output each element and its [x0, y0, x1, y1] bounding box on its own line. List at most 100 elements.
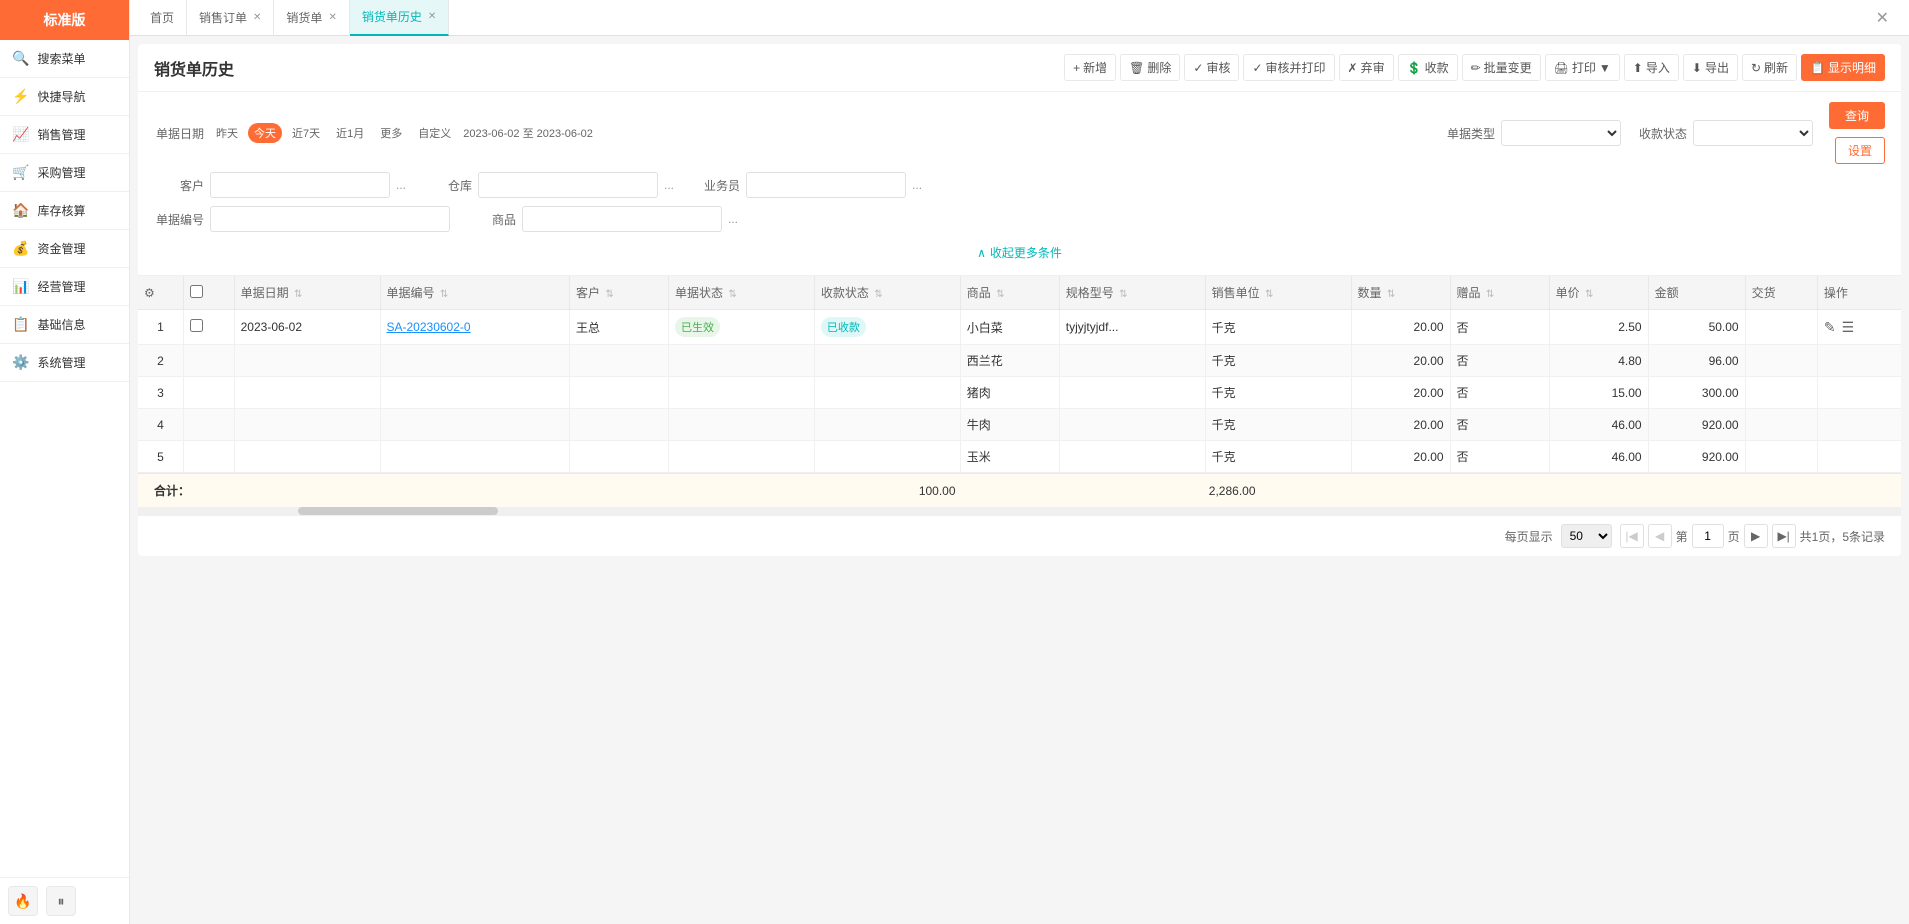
th-quantity[interactable]: 数量 ⇅ — [1351, 276, 1450, 310]
sidebar-item-sales-mgmt[interactable]: 📈 销售管理 — [0, 116, 129, 154]
cell-sales-unit: 千克 — [1205, 377, 1351, 409]
last-page-btn[interactable]: ▶| — [1772, 524, 1796, 548]
tab-sales-delivery-history[interactable]: 销货单历史 ✕ — [350, 0, 449, 36]
warehouse-ellipsis[interactable]: ... — [664, 178, 674, 192]
date-pill-custom[interactable]: 自定义 — [412, 123, 457, 143]
cell-doc-no[interactable]: SA-20230602-0 — [380, 310, 569, 345]
date-pill-yesterday[interactable]: 昨天 — [210, 123, 244, 143]
cell-doc-no[interactable] — [380, 409, 569, 441]
agent-input[interactable] — [746, 172, 906, 198]
doc-no-link[interactable]: SA-20230602-0 — [387, 320, 471, 334]
edit-icon[interactable]: ✎ — [1824, 319, 1836, 336]
tab-sales-delivery-history-close[interactable]: ✕ — [428, 11, 436, 22]
cell-checkbox[interactable] — [183, 310, 234, 345]
select-all-checkbox[interactable] — [190, 285, 203, 298]
setting-button[interactable]: 设置 — [1835, 137, 1885, 164]
goods-input[interactable] — [522, 206, 722, 232]
sidebar-item-purchase-mgmt[interactable]: 🛒 采购管理 — [0, 154, 129, 192]
horizontal-scrollbar[interactable] — [138, 507, 1901, 515]
action-icons: ✎☰ — [1824, 319, 1895, 336]
date-pill-today[interactable]: 今天 — [248, 123, 282, 143]
abandon-button[interactable]: ✗ 弃审 — [1339, 54, 1394, 81]
table-row: 5玉米千克20.00否46.00920.00 — [138, 441, 1901, 473]
sidebar-item-sys-mgmt[interactable]: ⚙️ 系统管理 — [0, 344, 129, 382]
th-settings[interactable]: ⚙ — [138, 276, 183, 310]
delete-button[interactable]: 🗑 删除 — [1120, 54, 1180, 81]
cell-checkbox[interactable] — [183, 345, 234, 377]
table-footer: 合计： 100.00 2,286.00 — [138, 473, 1901, 507]
collapse-button[interactable]: ∧ 收起更多条件 — [154, 240, 1885, 265]
cell-doc-no[interactable] — [380, 377, 569, 409]
page-input[interactable] — [1692, 524, 1724, 548]
sidebar-item-finance-mgmt[interactable]: 💰 资金管理 — [0, 230, 129, 268]
cell-unit-price: 46.00 — [1549, 441, 1648, 473]
cell-doc-no[interactable] — [380, 441, 569, 473]
first-page-btn[interactable]: |◀ — [1620, 524, 1644, 548]
customer-input[interactable] — [210, 172, 390, 198]
scrollbar-thumb[interactable] — [298, 507, 498, 515]
doc-type-select[interactable] — [1501, 120, 1621, 146]
th-gift[interactable]: 赠品 ⇅ — [1450, 276, 1549, 310]
date-pill-1month[interactable]: 近1月 — [330, 123, 370, 143]
sidebar-item-basic-info[interactable]: 📋 基础信息 — [0, 306, 129, 344]
doc-status-sort-icon: ⇅ — [728, 289, 736, 300]
cell-checkbox[interactable] — [183, 377, 234, 409]
th-customer[interactable]: 客户 ⇅ — [569, 276, 668, 310]
sidebar-item-quick-nav[interactable]: ⚡ 快捷导航 — [0, 78, 129, 116]
audit-button[interactable]: ✓ 审核 — [1184, 54, 1239, 81]
doc-no-input[interactable] — [210, 206, 450, 232]
tab-home[interactable]: 首页 — [138, 0, 187, 36]
export-button[interactable]: ⬇ 导出 — [1683, 54, 1738, 81]
th-doc-date[interactable]: 单据日期 ⇅ — [234, 276, 380, 310]
spec-type-sort-icon: ⇅ — [1119, 289, 1127, 300]
date-pill-7days[interactable]: 近7天 — [286, 123, 326, 143]
th-collect-status[interactable]: 收款状态 ⇅ — [814, 276, 960, 310]
sidebar-pause-btn[interactable]: ⏸ — [46, 886, 76, 916]
cell-checkbox[interactable] — [183, 441, 234, 473]
import-button[interactable]: ⬆ 导入 — [1624, 54, 1679, 81]
agent-ellipsis[interactable]: ... — [912, 178, 922, 192]
refresh-button[interactable]: ↻ 刷新 — [1742, 54, 1797, 81]
audit-print-button[interactable]: ✓ 审核并打印 — [1243, 54, 1334, 81]
th-unit-price[interactable]: 单价 ⇅ — [1549, 276, 1648, 310]
row-checkbox[interactable] — [190, 319, 203, 332]
th-sales-unit[interactable]: 销售单位 ⇅ — [1205, 276, 1351, 310]
next-page-btn[interactable]: ▶ — [1744, 524, 1768, 548]
tab-sales-delivery[interactable]: 销货单 ✕ — [274, 0, 349, 36]
detail-icon[interactable]: ☰ — [1842, 319, 1855, 336]
prev-page-btn[interactable]: ◀ — [1648, 524, 1672, 548]
tab-sales-order[interactable]: 销售订单 ✕ — [187, 0, 274, 36]
th-doc-no[interactable]: 单据编号 ⇅ — [380, 276, 569, 310]
sidebar-item-ops-mgmt[interactable]: 📊 经营管理 — [0, 268, 129, 306]
date-pill-more[interactable]: 更多 — [374, 123, 408, 143]
cell-spec-type — [1059, 377, 1205, 409]
collect-button[interactable]: 💲 收款 — [1398, 54, 1458, 81]
cell-collect-status: 已收款 — [814, 310, 960, 345]
print-button[interactable]: 🖨 打印 ▼ — [1545, 54, 1620, 81]
sidebar-item-search-menu[interactable]: 🔍 搜索菜单 — [0, 40, 129, 78]
show-detail-button[interactable]: 📋 显示明细 — [1801, 54, 1885, 81]
collect-status-select[interactable] — [1693, 120, 1813, 146]
import-icon: ⬆ — [1633, 61, 1643, 75]
tab-sales-order-close[interactable]: ✕ — [253, 12, 261, 23]
sidebar-bottom: 🔥 ⏸ — [0, 877, 129, 924]
customer-ellipsis[interactable]: ... — [396, 178, 406, 192]
th-goods[interactable]: 商品 ⇅ — [960, 276, 1059, 310]
sidebar-fire-btn[interactable]: 🔥 — [8, 886, 38, 916]
query-button[interactable]: 查询 — [1829, 102, 1885, 129]
inventory-calc-icon: 🏠 — [12, 202, 29, 219]
new-button[interactable]: + 新增 — [1064, 54, 1116, 81]
sidebar-item-inventory-calc[interactable]: 🏠 库存核算 — [0, 192, 129, 230]
cell-checkbox[interactable] — [183, 409, 234, 441]
th-spec-type[interactable]: 规格型号 ⇅ — [1059, 276, 1205, 310]
tab-sales-delivery-close[interactable]: ✕ — [328, 12, 336, 23]
sidebar-item-label: 销售管理 — [37, 126, 85, 143]
warehouse-input[interactable] — [478, 172, 658, 198]
table-container: ⚙ 单据日期 ⇅ 单据编号 ⇅ 客户 — [138, 276, 1901, 473]
cell-doc-no[interactable] — [380, 345, 569, 377]
goods-ellipsis[interactable]: ... — [728, 212, 738, 226]
batch-change-button[interactable]: ✏ 批量变更 — [1462, 54, 1541, 81]
per-page-select[interactable]: 50 100 — [1561, 524, 1612, 548]
window-close-btn[interactable]: ✕ — [1864, 8, 1901, 28]
th-doc-status[interactable]: 单据状态 ⇅ — [668, 276, 814, 310]
